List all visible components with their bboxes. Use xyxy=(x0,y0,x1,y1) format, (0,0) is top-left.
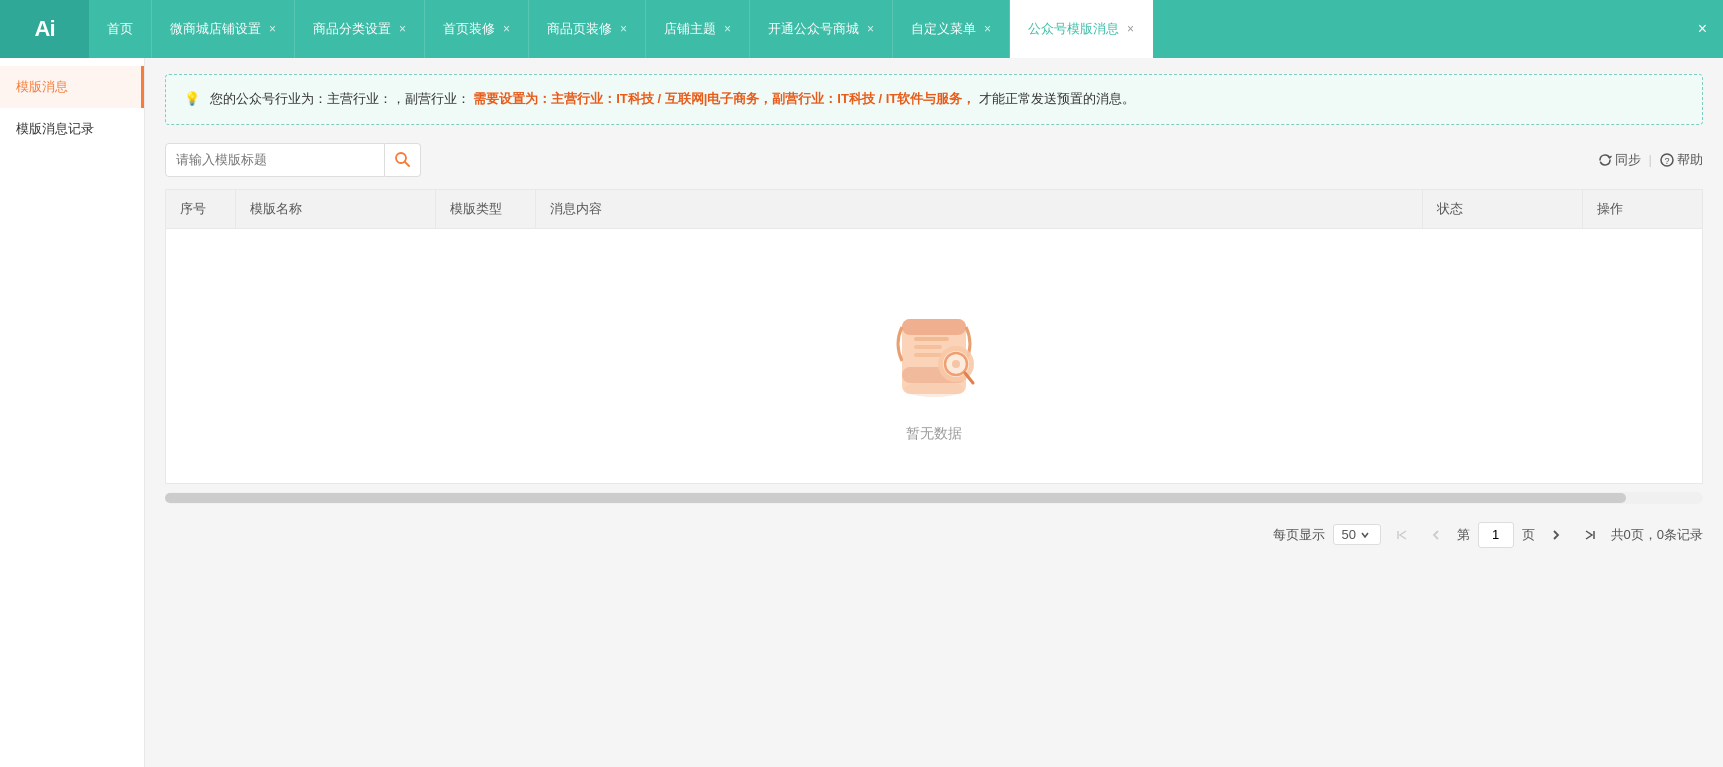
tab-shop-theme[interactable]: 店铺主题 × xyxy=(646,0,750,58)
empty-text: 暂无数据 xyxy=(906,425,962,443)
search-input[interactable] xyxy=(165,143,385,177)
per-page-value: 50 xyxy=(1342,527,1356,542)
last-page-icon xyxy=(1584,529,1596,541)
search-button[interactable] xyxy=(385,143,421,177)
page-input[interactable] xyxy=(1478,522,1514,548)
notice-highlight: 需要设置为：主营行业：IT科技 / 互联网|电子商务，副营行业：IT科技 / I… xyxy=(473,91,975,106)
first-page-button[interactable] xyxy=(1389,522,1415,548)
col-status: 状态 xyxy=(1423,189,1583,228)
sidebar-item-template-message-record[interactable]: 模版消息记录 xyxy=(0,108,144,150)
tab-open-mall-label: 开通公众号商城 xyxy=(768,20,859,38)
tab-shop-settings-label: 微商城店铺设置 xyxy=(170,20,261,38)
sidebar-item-template-message-label: 模版消息 xyxy=(16,79,68,94)
per-page-select[interactable]: 50 xyxy=(1333,524,1381,545)
help-label: 帮助 xyxy=(1677,151,1703,169)
svg-rect-6 xyxy=(902,319,966,335)
search-bar: 同步 | ? 帮助 xyxy=(165,143,1703,177)
toolbar-right: 同步 | ? 帮助 xyxy=(1598,151,1703,169)
svg-line-1 xyxy=(405,162,409,166)
search-icon xyxy=(395,152,410,167)
svg-rect-9 xyxy=(914,345,942,349)
tab-product-category-label: 商品分类设置 xyxy=(313,20,391,38)
tab-product-decoration-label: 商品页装修 xyxy=(547,20,612,38)
app-logo: Ai xyxy=(0,0,89,58)
sidebar-item-template-message-record-label: 模版消息记录 xyxy=(16,121,94,136)
sync-label: 同步 xyxy=(1615,151,1641,169)
content-area: 💡 您的公众号行业为：主营行业：，副营行业： 需要设置为：主营行业：IT科技 /… xyxy=(145,58,1723,767)
horizontal-scrollbar[interactable] xyxy=(165,492,1703,504)
toolbar-divider: | xyxy=(1649,152,1652,167)
close-template-msg-icon[interactable]: × xyxy=(1127,22,1134,36)
tab-home-decoration-label: 首页装修 xyxy=(443,20,495,38)
sync-icon xyxy=(1598,153,1612,167)
close-product-category-icon[interactable]: × xyxy=(399,22,406,36)
close-custom-menu-icon[interactable]: × xyxy=(984,22,991,36)
page-label-suffix: 页 xyxy=(1522,526,1535,544)
empty-state: 暂无数据 xyxy=(166,229,1702,483)
data-table: 序号 模版名称 模版类型 消息内容 状态 操作 xyxy=(165,189,1703,484)
help-button[interactable]: ? 帮助 xyxy=(1660,151,1703,169)
close-all-button[interactable]: × xyxy=(1698,20,1707,38)
pagination: 每页显示 50 第 页 xyxy=(165,512,1703,558)
help-icon: ? xyxy=(1660,153,1674,167)
first-page-icon xyxy=(1396,529,1408,541)
sync-button[interactable]: 同步 xyxy=(1598,151,1641,169)
svg-point-15 xyxy=(952,360,960,368)
chevron-down-icon xyxy=(1360,530,1370,540)
prev-page-icon xyxy=(1431,530,1441,540)
svg-rect-8 xyxy=(914,337,949,341)
sidebar-item-template-message[interactable]: 模版消息 xyxy=(0,66,144,108)
page-label-prefix: 第 xyxy=(1457,526,1470,544)
tab-custom-menu[interactable]: 自定义菜单 × xyxy=(893,0,1010,58)
tab-home[interactable]: 首页 xyxy=(89,0,152,58)
empty-illustration xyxy=(874,289,994,409)
close-shop-theme-icon[interactable]: × xyxy=(724,22,731,36)
tab-custom-menu-label: 自定义菜单 xyxy=(911,20,976,38)
notice-box: 💡 您的公众号行业为：主营行业：，副营行业： 需要设置为：主营行业：IT科技 /… xyxy=(165,74,1703,125)
tab-template-msg-label: 公众号模版消息 xyxy=(1028,20,1119,38)
prev-page-button[interactable] xyxy=(1423,522,1449,548)
close-open-mall-icon[interactable]: × xyxy=(867,22,874,36)
tab-home-label: 首页 xyxy=(107,20,133,38)
tab-home-decoration[interactable]: 首页装修 × xyxy=(425,0,529,58)
notice-text-suffix: 才能正常发送预置的消息。 xyxy=(979,91,1135,106)
main-layout: 模版消息 模版消息记录 💡 您的公众号行业为：主营行业：，副营行业： 需要设置为… xyxy=(0,58,1723,767)
per-page-label: 每页显示 xyxy=(1273,526,1325,544)
close-home-decoration-icon[interactable]: × xyxy=(503,22,510,36)
tab-shop-settings[interactable]: 微商城店铺设置 × xyxy=(152,0,295,58)
sidebar: 模版消息 模版消息记录 xyxy=(0,58,145,767)
close-product-decoration-icon[interactable]: × xyxy=(620,22,627,36)
table-header-row: 序号 模版名称 模版类型 消息内容 状态 操作 xyxy=(166,189,1703,228)
tab-shop-theme-label: 店铺主题 xyxy=(664,20,716,38)
col-type: 模版类型 xyxy=(436,189,536,228)
tab-template-msg[interactable]: 公众号模版消息 × xyxy=(1010,0,1153,58)
close-shop-settings-icon[interactable]: × xyxy=(269,22,276,36)
col-content: 消息内容 xyxy=(536,189,1423,228)
last-page-button[interactable] xyxy=(1577,522,1603,548)
col-index: 序号 xyxy=(166,189,236,228)
pagination-total: 共0页，0条记录 xyxy=(1611,526,1703,544)
scrollbar-thumb xyxy=(165,493,1626,503)
empty-row: 暂无数据 xyxy=(166,228,1703,483)
tab-product-category[interactable]: 商品分类设置 × xyxy=(295,0,425,58)
col-name: 模版名称 xyxy=(236,189,436,228)
next-page-button[interactable] xyxy=(1543,522,1569,548)
next-page-icon xyxy=(1551,530,1561,540)
notice-icon: 💡 xyxy=(184,91,200,106)
notice-text-prefix: 您的公众号行业为：主营行业：，副营行业： xyxy=(210,91,470,106)
tab-open-mall[interactable]: 开通公众号商城 × xyxy=(750,0,893,58)
svg-text:?: ? xyxy=(1664,156,1669,166)
col-action: 操作 xyxy=(1583,189,1703,228)
tab-product-decoration[interactable]: 商品页装修 × xyxy=(529,0,646,58)
topbar: Ai 首页 微商城店铺设置 × 商品分类设置 × 首页装修 × 商品页装修 × … xyxy=(0,0,1723,58)
